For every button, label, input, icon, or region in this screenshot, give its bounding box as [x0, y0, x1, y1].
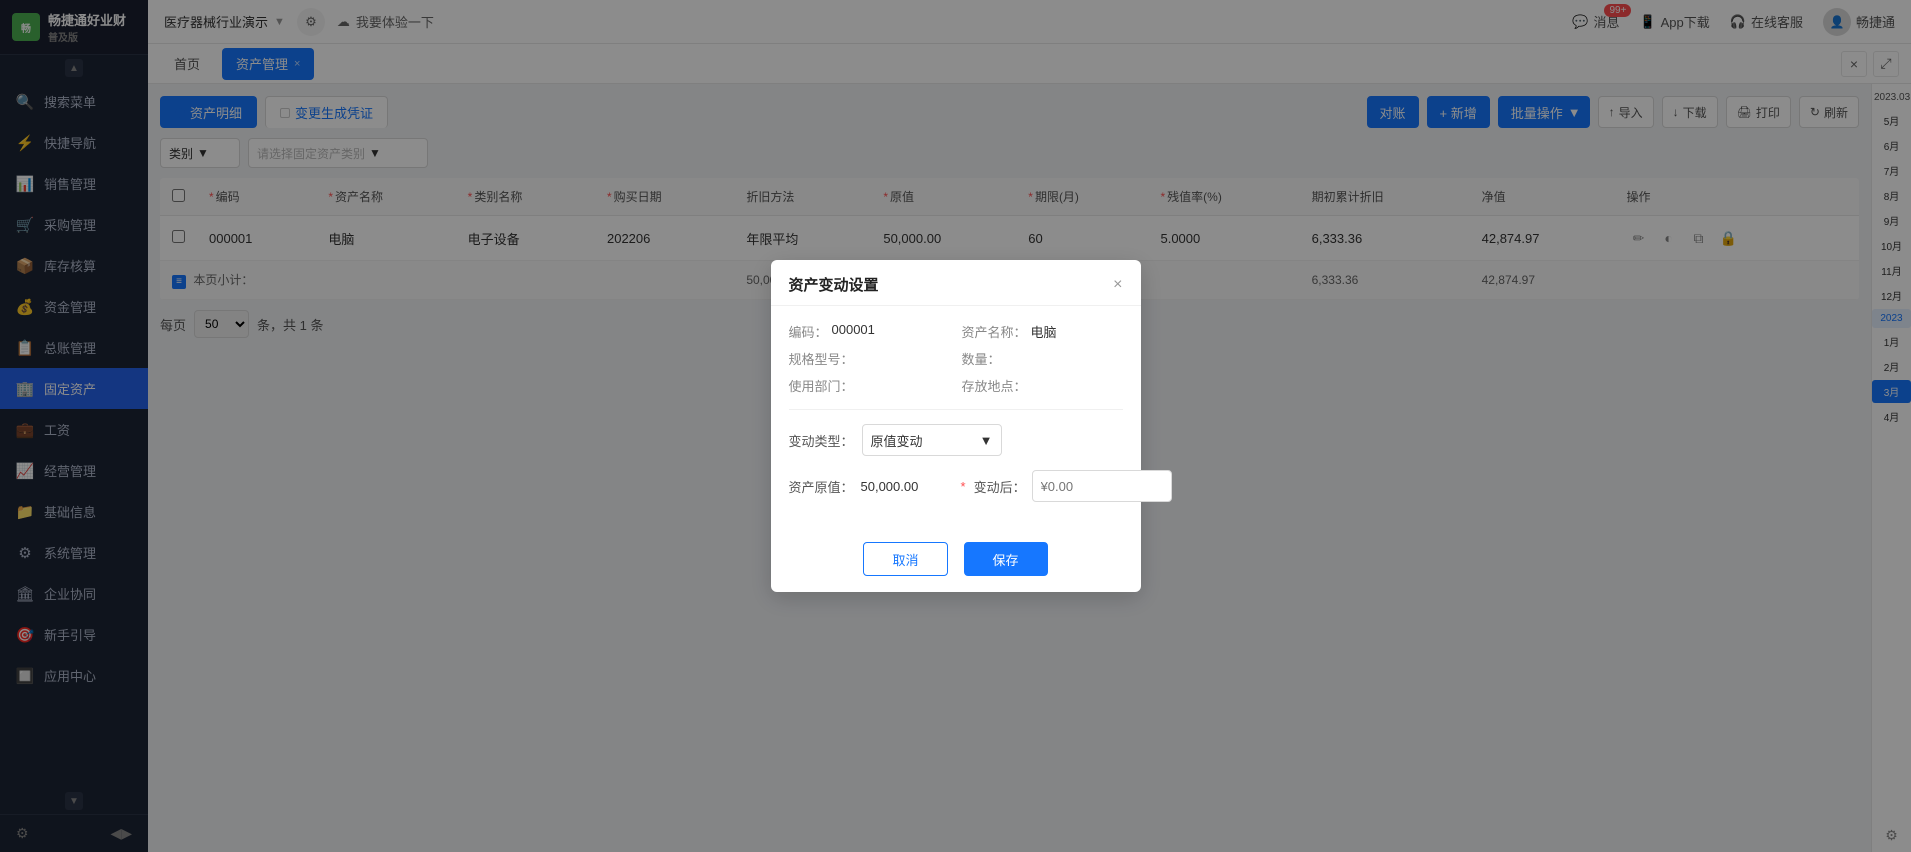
required-star: *: [961, 479, 966, 494]
qty-label: 数量：: [962, 349, 1001, 368]
change-type-select[interactable]: 原值变动 ▼: [862, 424, 1002, 456]
change-type-value: 原值变动: [871, 431, 923, 450]
asset-value-label: 资产原值：: [789, 477, 853, 496]
modal-info-spec: 规格型号：: [789, 349, 950, 368]
change-type-row: 变动类型： 原值变动 ▼: [789, 424, 1123, 456]
change-type-label: 变动类型：: [789, 431, 854, 450]
modal-close-icon[interactable]: ×: [1113, 276, 1122, 294]
modal-info-location: 存放地点：: [962, 376, 1123, 395]
cancel-button[interactable]: 取消: [863, 542, 947, 576]
modal-info-qty: 数量：: [962, 349, 1123, 368]
spec-label: 规格型号：: [789, 349, 854, 368]
modal-footer: 取消 保存: [771, 532, 1141, 592]
location-label: 存放地点：: [962, 376, 1027, 395]
modal-title: 资产变动设置: [789, 274, 879, 295]
modal-info-dept: 使用部门：: [789, 376, 950, 395]
modal-info-grid: 编码： 000001 资产名称： 电脑 规格型号： 数量： 使用部门：: [789, 322, 1123, 410]
after-value-input[interactable]: [1032, 470, 1172, 502]
code-label: 编码：: [789, 322, 828, 341]
asset-name-label: 资产名称：: [962, 322, 1027, 341]
dept-label: 使用部门：: [789, 376, 854, 395]
save-button[interactable]: 保存: [964, 542, 1048, 576]
asset-change-modal: 资产变动设置 × 编码： 000001 资产名称： 电脑 规格型号： 数: [771, 260, 1141, 592]
change-type-chevron-icon: ▼: [980, 433, 993, 448]
modal-body: 编码： 000001 资产名称： 电脑 规格型号： 数量： 使用部门：: [771, 306, 1141, 532]
modal-overlay: 资产变动设置 × 编码： 000001 资产名称： 电脑 规格型号： 数: [0, 0, 1911, 852]
asset-value-row: 资产原值： 50,000.00 * 变动后：: [789, 470, 1123, 502]
modal-info-name: 资产名称： 电脑: [962, 322, 1123, 341]
modal-header: 资产变动设置 ×: [771, 260, 1141, 306]
modal-info-code: 编码： 000001: [789, 322, 950, 341]
asset-value: 50,000.00: [861, 479, 941, 494]
after-label: 变动后：: [974, 477, 1024, 496]
code-value: 000001: [832, 322, 875, 341]
asset-name-value: 电脑: [1031, 322, 1057, 341]
